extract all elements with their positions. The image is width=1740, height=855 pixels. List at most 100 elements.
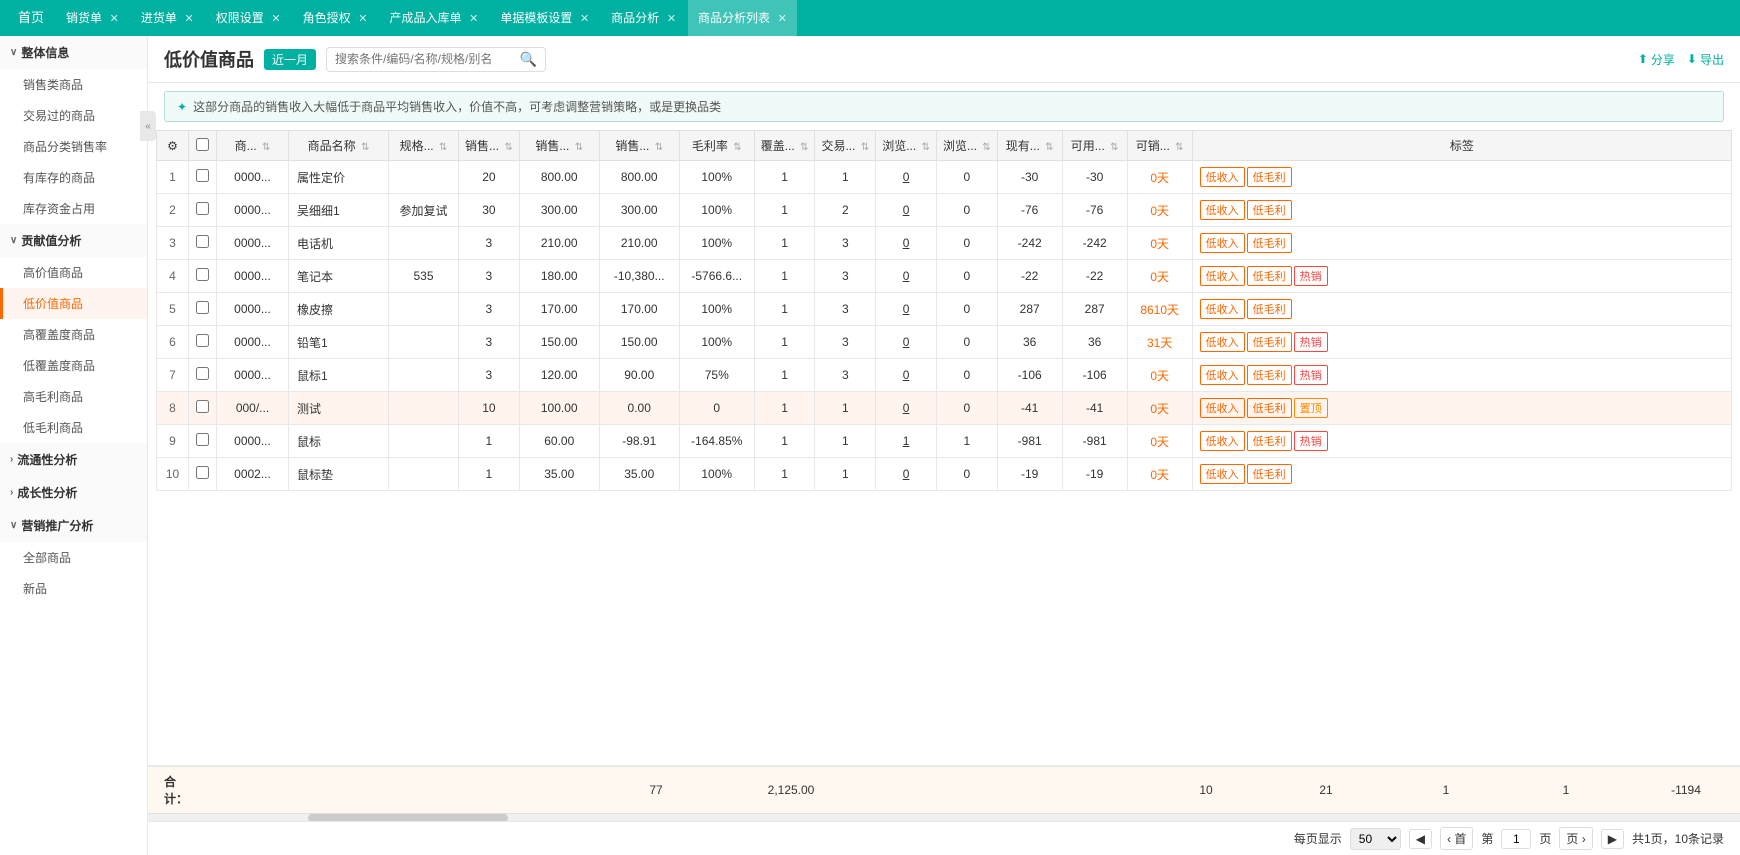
sidebar-item-low-coverage[interactable]: 低覆盖度商品 — [0, 350, 147, 381]
nav-purchase[interactable]: 进货单 ✕ — [131, 0, 204, 36]
page-label2: 页 — [1539, 830, 1551, 847]
col-spec[interactable]: 规格... ⇅ — [389, 131, 459, 161]
nav-warehouse[interactable]: 产成品入库单 ✕ — [379, 0, 488, 36]
footer-values: 77 2,125.00 10 21 1 1 -1194 -1194 — [216, 783, 1740, 797]
sidebar-item-low-margin[interactable]: 低毛利商品 — [0, 412, 147, 443]
col-settings[interactable]: ⚙ — [157, 131, 189, 161]
sidebar-item-high-value[interactable]: 高价值商品 — [0, 257, 147, 288]
table-row: 40000...笔记本5353180.00-10,380...-5766.6..… — [157, 260, 1732, 293]
table-body: 10000...属性定价20800.00800.00100%1100-30-30… — [157, 161, 1732, 491]
horizontal-scrollbar[interactable] — [148, 813, 1740, 821]
content-header: 低价值商品 近一月 🔍 ⬆ 分享 ⬇ 导出 — [148, 36, 1740, 83]
footer-cover: 10 — [1176, 783, 1236, 797]
page-size-label: 每页显示 — [1294, 830, 1342, 847]
share-button[interactable]: ⬆ 分享 — [1638, 51, 1675, 68]
col-margin[interactable]: 毛利率 ⇅ — [679, 131, 754, 161]
nav-template[interactable]: 单据模板设置 ✕ — [490, 0, 599, 36]
search-box: 🔍 — [326, 47, 546, 72]
table-row: 50000...橡皮擦3170.00170.00100%130028728786… — [157, 293, 1732, 326]
page-title: 低价值商品 — [164, 46, 254, 72]
pagination-bar: 每页显示 50 100 200 ◀ ‹ 首 第 页 页 › ▶ 共1页，10条记… — [148, 821, 1740, 855]
nav-roles[interactable]: 角色授权 ✕ — [293, 0, 378, 36]
time-tag[interactable]: 近一月 — [264, 49, 316, 70]
nav-close-sales[interactable]: ✕ — [110, 13, 119, 25]
content-area: 低价值商品 近一月 🔍 ⬆ 分享 ⬇ 导出 — [148, 36, 1740, 855]
page-input[interactable] — [1501, 829, 1531, 849]
page-size-select[interactable]: 50 100 200 — [1350, 828, 1401, 850]
next-page-btn[interactable]: 页 › — [1559, 827, 1592, 850]
nav-sales[interactable]: 销货单 ✕ — [56, 0, 129, 36]
nav-close-analysis-list[interactable]: ✕ — [778, 13, 787, 25]
nav-close-permissions[interactable]: ✕ — [271, 13, 280, 25]
nav-close-product-analysis[interactable]: ✕ — [667, 13, 676, 25]
col-available[interactable]: 可用... ⇅ — [1062, 131, 1127, 161]
col-sales-amt[interactable]: 销售... ⇅ — [519, 131, 599, 161]
sidebar-item-low-value[interactable]: 低价值商品 — [0, 288, 147, 319]
col-sales-avg[interactable]: 销售... ⇅ — [599, 131, 679, 161]
table-row: 100002...鼠标垫135.0035.00100%1100-19-190天低… — [157, 458, 1732, 491]
footer-v2: 1 — [1536, 783, 1596, 797]
sidebar-group-marketing-items: 全部商品 新品 — [0, 542, 147, 604]
sidebar: ∨ 整体信息 销售类商品 交易过的商品 商品分类销售率 有库存的商品 库存资金占… — [0, 36, 148, 855]
sidebar-item-stock-capital[interactable]: 库存资金占用 — [0, 193, 147, 224]
footer-trade: 21 — [1296, 783, 1356, 797]
sidebar-group-marketing[interactable]: ∨ 营销推广分析 — [0, 509, 147, 542]
table-row: 30000...电话机3210.00210.00100%1300-242-242… — [157, 227, 1732, 260]
sidebar-item-new-products[interactable]: 新品 — [0, 573, 147, 604]
nav-home[interactable]: 首页 — [8, 0, 54, 36]
sidebar-group-liquidity[interactable]: › 流通性分析 — [0, 443, 147, 476]
sidebar-group-overall-items: 销售类商品 交易过的商品 商品分类销售率 有库存的商品 库存资金占用 — [0, 69, 147, 224]
table-row: 8000/...测试10100.000.0001100-41-410天低收入低毛… — [157, 392, 1732, 425]
col-name[interactable]: 商品名称 ⇅ — [289, 131, 389, 161]
data-table-container: ⚙ 商... ⇅ 商品名称 ⇅ 规格... ⇅ 销售... ⇅ 销售... ⇅ … — [148, 130, 1740, 765]
sidebar-collapse-btn[interactable]: « — [140, 111, 156, 141]
nav-close-warehouse[interactable]: ✕ — [469, 13, 478, 25]
nav-close-purchase[interactable]: ✕ — [185, 13, 194, 25]
nav-product-analysis[interactable]: 商品分析 ✕ — [601, 0, 686, 36]
nav-permissions[interactable]: 权限设置 ✕ — [206, 0, 291, 36]
sidebar-item-high-coverage[interactable]: 高覆盖度商品 — [0, 319, 147, 350]
sidebar-item-traded-products[interactable]: 交易过的商品 — [0, 100, 147, 131]
sidebar-group-contribution[interactable]: ∨ 贡献值分析 — [0, 224, 147, 257]
col-views1[interactable]: 浏览... ⇅ — [876, 131, 937, 161]
table-row: 90000...鼠标160.00-98.91-164.85%1111-981-9… — [157, 425, 1732, 458]
sidebar-item-high-margin[interactable]: 高毛利商品 — [0, 381, 147, 412]
page-label: 第 — [1481, 830, 1493, 847]
nav-analysis-list[interactable]: 商品分析列表 ✕ — [688, 0, 797, 36]
table-header-row: ⚙ 商... ⇅ 商品名称 ⇅ 规格... ⇅ 销售... ⇅ 销售... ⇅ … — [157, 131, 1732, 161]
col-views2[interactable]: 浏览... ⇅ — [936, 131, 997, 161]
col-cover[interactable]: 覆盖... ⇅ — [754, 131, 815, 161]
col-current[interactable]: 现有... ⇅ — [997, 131, 1062, 161]
share-icon: ⬆ — [1638, 52, 1648, 66]
nav-close-roles[interactable]: ✕ — [358, 13, 367, 25]
table-row: 70000...鼠标13120.0090.0075%1300-106-1060天… — [157, 359, 1732, 392]
footer-totals: 合计： 77 2,125.00 10 21 1 1 -1194 -1194 — [148, 765, 1740, 813]
info-text: 这部分商品的销售收入大幅低于商品平均销售收入，价值不高，可考虑调整营销策略，或是… — [193, 98, 721, 115]
first-page-btn[interactable]: ◀ — [1409, 829, 1432, 849]
col-checkbox-all[interactable] — [189, 131, 217, 161]
prev-page-btn[interactable]: ‹ 首 — [1440, 827, 1473, 850]
footer-qty: 77 — [626, 783, 686, 797]
col-sales-qty[interactable]: 销售... ⇅ — [459, 131, 520, 161]
nav-close-template[interactable]: ✕ — [580, 13, 589, 25]
export-button[interactable]: ⬇ 导出 — [1687, 51, 1724, 68]
search-icon[interactable]: 🔍 — [520, 51, 537, 68]
sidebar-item-all-products[interactable]: 全部商品 — [0, 542, 147, 573]
sidebar-group-overall[interactable]: ∨ 整体信息 — [0, 36, 147, 69]
sidebar-item-sales-products[interactable]: 销售类商品 — [0, 69, 147, 100]
sidebar-item-stocked-products[interactable]: 有库存的商品 — [0, 162, 147, 193]
col-tags[interactable]: 标签 — [1192, 131, 1731, 161]
col-trade[interactable]: 交易... ⇅ — [815, 131, 876, 161]
sidebar-group-growth[interactable]: › 成长性分析 — [0, 476, 147, 509]
data-table: ⚙ 商... ⇅ 商品名称 ⇅ 规格... ⇅ 销售... ⇅ 销售... ⇅ … — [156, 130, 1732, 491]
footer-label: 合计： — [164, 773, 188, 807]
col-salable[interactable]: 可销... ⇅ — [1127, 131, 1192, 161]
sidebar-item-category-rate[interactable]: 商品分类销售率 — [0, 131, 147, 162]
export-icon: ⬇ — [1687, 52, 1697, 66]
footer-v1: 1 — [1416, 783, 1476, 797]
col-code[interactable]: 商... ⇅ — [217, 131, 289, 161]
last-page-btn[interactable]: ▶ — [1601, 829, 1624, 849]
search-input[interactable] — [335, 52, 514, 66]
top-nav: 首页 销货单 ✕ 进货单 ✕ 权限设置 ✕ 角色授权 ✕ 产成品入库单 ✕ 单据… — [0, 0, 1740, 36]
table-row: 10000...属性定价20800.00800.00100%1100-30-30… — [157, 161, 1732, 194]
